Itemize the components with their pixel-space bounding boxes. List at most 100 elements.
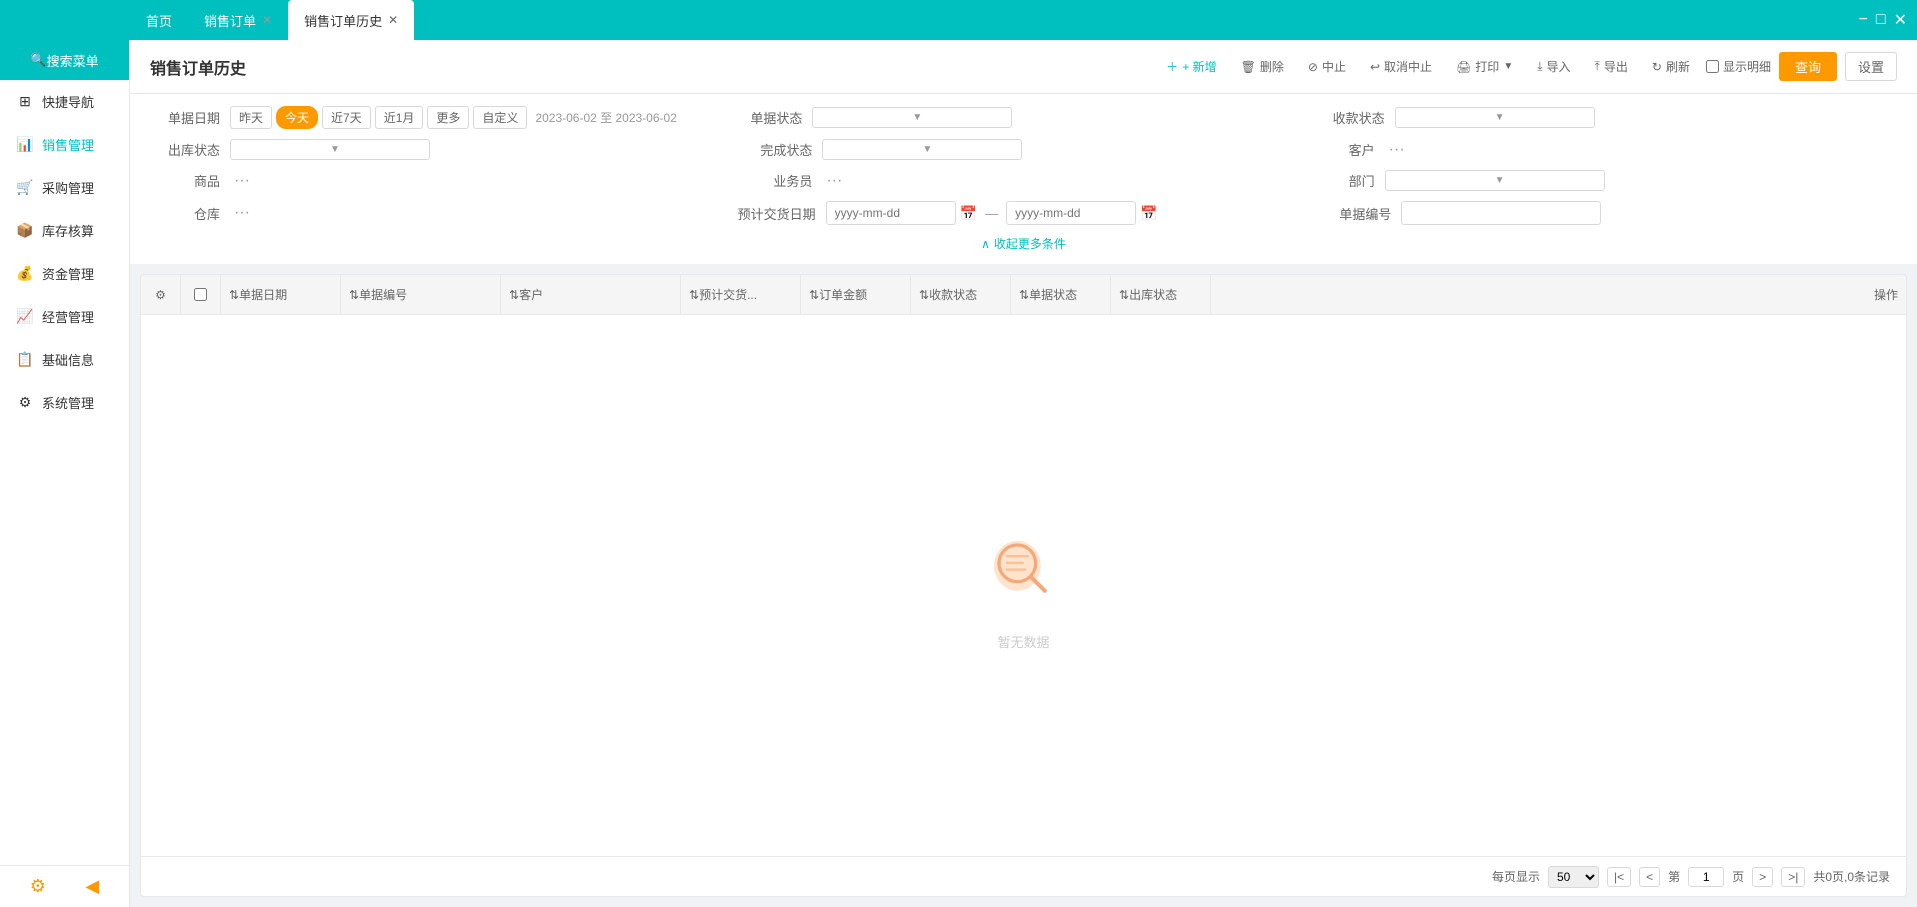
table-area: ⚙ ⇅ 单据日期 ⇅ 单据编号 ⇅ 客户 ⇅ [140,274,1907,897]
customer-select-btn[interactable]: ··· [1389,141,1405,159]
th-amount[interactable]: ⇅ 订单金额 [801,275,911,314]
date-btn-more[interactable]: 更多 [427,106,469,129]
date-btn-1month[interactable]: 近1月 [375,106,424,129]
stop-icon: ⊘ [1308,60,1318,74]
system-icon: ⚙ [16,394,34,412]
refresh-button[interactable]: ↻ 刷新 [1644,54,1698,79]
sidebar-item-info[interactable]: 📋 基础信息 [0,338,129,381]
delete-button[interactable]: 🗑 删除 [1233,54,1292,79]
delete-icon: 🗑 [1241,60,1256,74]
date-btn-7days[interactable]: 近7天 [322,106,371,129]
th-out-status[interactable]: ⇅ 出库状态 [1111,275,1211,314]
display-detail-checkbox[interactable] [1706,60,1719,73]
out-status-dropdown[interactable]: ▼ [230,139,430,160]
tab-home[interactable]: 首页 [130,0,188,40]
maximize-button[interactable]: □ [1876,11,1886,29]
filter-row-warehouse: 仓库 ··· 预计交货日期 📅 — 📅 单据编号 [150,201,1897,225]
customer-filter: ··· [1385,141,1897,159]
sidebar-item-system[interactable]: ⚙ 系统管理 [0,381,129,424]
query-button[interactable]: 查询 [1779,52,1837,81]
import-button[interactable]: ⤓ 导入 [1529,54,1578,79]
page-prev-button[interactable]: < [1639,867,1660,887]
warehouse-filter: ··· [230,204,726,222]
sort-delivery-icon: ⇅ [689,288,699,302]
main-layout: 🔍 搜索菜单 ⊞ 快捷导航 📊 销售管理 🛒 采购管理 📦 库存核算 💰 [0,40,1917,907]
collapse-filter-btn[interactable]: ∧ 收起更多条件 [150,235,1897,252]
page-unit-label: 页 [1732,868,1744,885]
sort-pay-status-icon: ⇅ [919,288,929,302]
th-order-status[interactable]: ⇅ 单据状态 [1011,275,1111,314]
out-status-label: 出库状态 [150,140,230,159]
page-last-button[interactable]: >| [1781,867,1805,887]
page-first-button[interactable]: |< [1607,867,1631,887]
date-btn-yesterday[interactable]: 昨天 [230,106,272,129]
pay-status-arrow-icon: ▼ [1495,112,1586,123]
delivery-date-label: 预计交货日期 [726,204,826,223]
complete-status-select: ▼ [822,139,1334,160]
settings-icon[interactable]: ⚙ [30,876,46,897]
sidebar-menu: ⊞ 快捷导航 📊 销售管理 🛒 采购管理 📦 库存核算 💰 资金管理 📈 [0,80,129,865]
page-next-button[interactable]: > [1752,867,1773,887]
complete-status-dropdown[interactable]: ▼ [822,139,1022,160]
refresh-icon: ↻ [1652,60,1662,74]
delivery-date-start[interactable] [826,201,956,225]
top-bar-right: − □ ✕ [1859,10,1917,30]
th-date[interactable]: ⇅ 单据日期 [221,275,341,314]
order-num-input[interactable] [1401,201,1601,225]
tab-sales-order-close[interactable]: ✕ [262,13,272,27]
delivery-date-range: 📅 — 📅 [826,201,1158,225]
th-checkbox[interactable] [181,275,221,314]
dept-dropdown[interactable]: ▼ [1385,170,1605,191]
calendar-end-icon[interactable]: 📅 [1140,205,1157,222]
sidebar-item-inventory[interactable]: 📦 库存核算 [0,209,129,252]
th-pay-status[interactable]: ⇅ 收款状态 [911,275,1011,314]
import-icon: ⤓ [1537,59,1542,74]
delivery-date-end[interactable] [1006,201,1136,225]
cancel-stop-icon: ↩ [1370,60,1380,74]
select-all-checkbox[interactable] [194,288,207,301]
settings-button[interactable]: 设置 [1845,52,1897,81]
th-delivery[interactable]: ⇅ 预计交货... [681,275,801,314]
print-button[interactable]: 🖨 打印 ▼ [1448,54,1521,79]
product-select-btn[interactable]: ··· [234,172,250,190]
warehouse-select-btn[interactable]: ··· [234,204,250,222]
page-size-select[interactable]: 10 20 50 100 [1548,866,1599,888]
sidebar-item-finance[interactable]: 💰 资金管理 [0,252,129,295]
date-btn-today[interactable]: 今天 [276,106,318,129]
product-filter: ··· [230,172,742,190]
new-icon: ＋ [1166,58,1178,75]
date-filter-label: 单据日期 [150,108,230,127]
th-action: 操作 [1211,275,1906,314]
page-number-input[interactable] [1688,867,1724,887]
sidebar-item-sales-mgmt[interactable]: 📊 销售管理 [0,123,129,166]
new-button[interactable]: ＋ + 新增 [1158,54,1224,79]
sidebar-item-purchase-mgmt[interactable]: 🛒 采购管理 [0,166,129,209]
date-btn-custom[interactable]: 自定义 [473,106,527,129]
sidebar-search[interactable]: 🔍 搜索菜单 [0,40,129,80]
th-customer[interactable]: ⇅ 客户 [501,275,681,314]
close-button[interactable]: ✕ [1894,10,1907,30]
finance-icon: 💰 [16,265,34,283]
pay-status-dropdown[interactable]: ▼ [1395,107,1595,128]
filter-row-date: 单据日期 昨天 今天 近7天 近1月 更多 自定义 2023-06-02 至 2… [150,106,1897,129]
stop-button[interactable]: ⊘ 中止 [1300,54,1354,79]
th-settings[interactable]: ⚙ [141,275,181,314]
collapse-sidebar-icon[interactable]: ◀ [85,876,99,897]
tab-sales-order[interactable]: 销售订单 ✕ [188,0,288,40]
page-jump-label: 第 [1668,868,1680,885]
salesperson-select-btn[interactable]: ··· [826,172,842,190]
dept-label: 部门 [1335,171,1385,190]
calendar-start-icon[interactable]: 📅 [960,205,977,222]
minimize-button[interactable]: − [1859,11,1868,29]
sidebar-item-operations[interactable]: 📈 经营管理 [0,295,129,338]
th-num[interactable]: ⇅ 单据编号 [341,275,501,314]
tab-sales-order-history[interactable]: 销售订单历史 ✕ [288,0,414,40]
export-button[interactable]: ⤒ 导出 [1587,54,1636,79]
complete-status-arrow-icon: ▼ [922,144,1013,155]
cancel-stop-button[interactable]: ↩ 取消中止 [1362,54,1440,79]
sidebar-item-quick-nav[interactable]: ⊞ 快捷导航 [0,80,129,123]
order-status-dropdown[interactable]: ▼ [812,107,1012,128]
tab-sales-order-history-close[interactable]: ✕ [388,13,398,27]
sales-mgmt-icon: 📊 [16,136,34,154]
dept-select: ▼ [1385,170,1897,191]
